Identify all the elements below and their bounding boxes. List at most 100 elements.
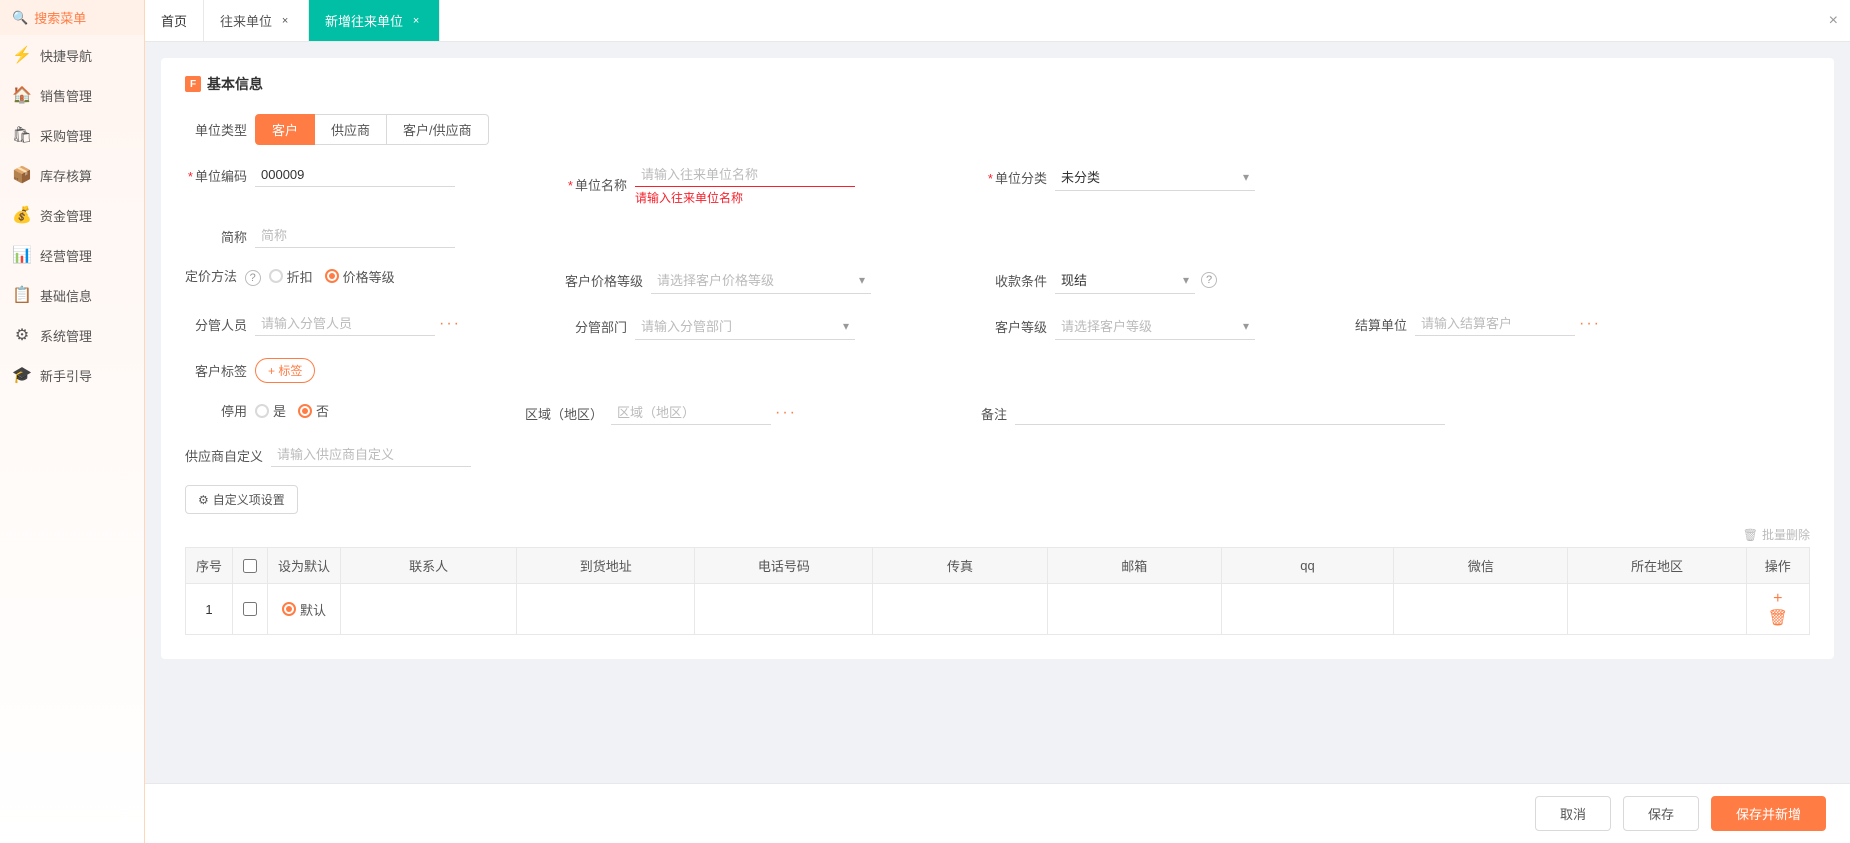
row-wechat[interactable] [1394, 584, 1568, 635]
row-region-input[interactable] [1578, 602, 1735, 617]
row-fax-input[interactable] [883, 602, 1036, 617]
row-email-input[interactable] [1058, 602, 1211, 617]
name-error-msg: 请输入往来单位名称 [635, 189, 945, 206]
name-label: *单位名称 [565, 175, 635, 194]
category-field: *单位分类 未分类 ▾ [985, 163, 1345, 191]
row-contact[interactable] [341, 584, 517, 635]
disabled-radio-yes[interactable]: 是 [255, 401, 286, 420]
abbr-input[interactable] [255, 224, 455, 248]
row-address-input[interactable] [527, 602, 684, 617]
customer-price-field: 客户价格等级 请选择客户价格等级 ▾ [565, 266, 945, 294]
sidebar-item-guide[interactable]: 🎓 新手引导 [0, 355, 144, 395]
row-action: + 🗑 [1746, 584, 1809, 635]
settlement-more-icon[interactable]: ··· [1575, 315, 1605, 333]
customer-price-select[interactable]: 请选择客户价格等级 ▾ [651, 266, 871, 294]
sidebar-item-operations[interactable]: 📊 经营管理 [0, 235, 144, 275]
tag-field: 客户标签 + 标签 [185, 358, 1810, 383]
code-name-category-row: *单位编码 *单位名称 请输入往来单位名称 *单位分类 [185, 163, 1810, 206]
sidebar-item-system[interactable]: ⚙ 系统管理 [0, 315, 144, 355]
disabled-radio-no-circle [298, 404, 312, 418]
region-label: 区域（地区） [525, 404, 611, 423]
manager-input[interactable] [255, 312, 435, 336]
row-phone-input[interactable] [705, 602, 862, 617]
disabled-region-row: 停用 是 否 区域（地区） ··· [185, 401, 1810, 425]
row-email[interactable] [1047, 584, 1221, 635]
pricing-help-icon[interactable]: ? [245, 270, 261, 286]
sidebar-item-purchase[interactable]: 🛍 采购管理 [0, 115, 144, 155]
pricing-radio-grade[interactable]: 价格等级 [325, 267, 395, 286]
th-address: 到货地址 [517, 548, 695, 584]
cancel-button[interactable]: 取消 [1535, 796, 1611, 831]
unit-btn-both[interactable]: 客户/供应商 [387, 114, 489, 145]
sidebar-item-sales[interactable]: 🏠 销售管理 [0, 75, 144, 115]
th-region: 所在地区 [1568, 548, 1746, 584]
payment-select[interactable]: 现结 ▾ [1055, 266, 1195, 294]
tab-home[interactable]: 首页 [145, 0, 204, 41]
tab-new-contact[interactable]: 新增往来单位 × [309, 0, 440, 41]
custom-settings-label: 自定义项设置 [213, 491, 285, 508]
manager-more-icon[interactable]: ··· [435, 315, 465, 333]
supplier-custom-input[interactable] [271, 443, 471, 467]
unit-type-label: 单位类型 [185, 120, 255, 139]
unit-btn-customer[interactable]: 客户 [255, 114, 315, 145]
pricing-field: 定价方法 ? 折扣 价格等级 [185, 266, 525, 286]
remark-input[interactable] [1015, 401, 1445, 425]
row-add-button[interactable]: + [1770, 590, 1785, 608]
row-delete-button[interactable]: 🗑 [1765, 608, 1791, 628]
select-all-checkbox[interactable] [243, 559, 257, 573]
category-value: 未分类 [1061, 167, 1243, 186]
region-more-icon[interactable]: ··· [771, 404, 801, 422]
tab-contacts-close[interactable]: × [278, 14, 292, 28]
system-icon: ⚙ [12, 325, 32, 345]
row-region[interactable] [1568, 584, 1746, 635]
customer-level-select[interactable]: 请选择客户等级 ▾ [1055, 312, 1255, 340]
row-address[interactable] [517, 584, 695, 635]
sidebar-item-finance[interactable]: 💰 资金管理 [0, 195, 144, 235]
abbr-label: 简称 [185, 227, 255, 246]
row-fax[interactable] [873, 584, 1047, 635]
code-input[interactable] [255, 163, 455, 187]
dept-placeholder: 请输入分管部门 [641, 316, 843, 335]
row-phone[interactable] [695, 584, 873, 635]
tab-new-contact-close[interactable]: × [409, 14, 423, 28]
tab-contacts[interactable]: 往来单位 × [204, 0, 309, 41]
section-title-icon: F [185, 76, 201, 92]
basic-info-card: F 基本信息 单位类型 客户 供应商 客户/供应商 *单位编 [161, 58, 1834, 659]
unit-btn-supplier[interactable]: 供应商 [315, 114, 387, 145]
section-title: F 基本信息 [185, 74, 1810, 94]
disabled-radio-group: 是 否 [255, 401, 329, 420]
settlement-field: 结算单位 ··· [1345, 312, 1665, 336]
add-tag-button[interactable]: + 标签 [255, 358, 315, 383]
th-action: 操作 [1746, 548, 1809, 584]
settlement-input[interactable] [1415, 312, 1575, 336]
name-input[interactable] [635, 163, 855, 187]
save-button[interactable]: 保存 [1623, 796, 1699, 831]
row-contact-input[interactable] [351, 602, 506, 617]
sidebar-item-basic-info[interactable]: 📋 基础信息 [0, 275, 144, 315]
disabled-radio-no[interactable]: 否 [298, 401, 329, 420]
payment-chevron-icon: ▾ [1183, 273, 1189, 287]
category-select[interactable]: 未分类 ▾ [1055, 163, 1255, 191]
custom-settings-button[interactable]: ⚙ 自定义项设置 [185, 485, 298, 514]
payment-help-icon[interactable]: ? [1201, 272, 1217, 288]
sidebar-item-inventory[interactable]: 📦 库存核算 [0, 155, 144, 195]
dept-select[interactable]: 请输入分管部门 ▾ [635, 312, 855, 340]
row-checkbox-input[interactable] [243, 602, 257, 616]
row-qq[interactable] [1221, 584, 1393, 635]
pricing-radio-discount[interactable]: 折扣 [269, 267, 313, 286]
sidebar-item-label: 新手引导 [40, 366, 92, 385]
row-default-radio[interactable]: 默认 [278, 600, 330, 619]
sidebar-item-label: 采购管理 [40, 126, 92, 145]
row-wechat-input[interactable] [1404, 602, 1557, 617]
region-input[interactable] [611, 401, 771, 425]
pricing-radio-discount-circle [269, 269, 283, 283]
save-new-button[interactable]: 保存并新增 [1711, 796, 1826, 831]
sidebar-item-label: 资金管理 [40, 206, 92, 225]
sidebar-item-quick-nav[interactable]: ⚡ 快捷导航 [0, 35, 144, 75]
sidebar-item-search[interactable]: 🔍 搜索菜单 [0, 0, 144, 35]
tag-row: 客户标签 + 标签 [185, 358, 1810, 383]
supplier-custom-label: 供应商自定义 [185, 446, 271, 465]
close-all-tabs[interactable]: × [1817, 0, 1850, 41]
batch-delete-label[interactable]: 批量删除 [1762, 526, 1810, 543]
row-qq-input[interactable] [1232, 602, 1383, 617]
